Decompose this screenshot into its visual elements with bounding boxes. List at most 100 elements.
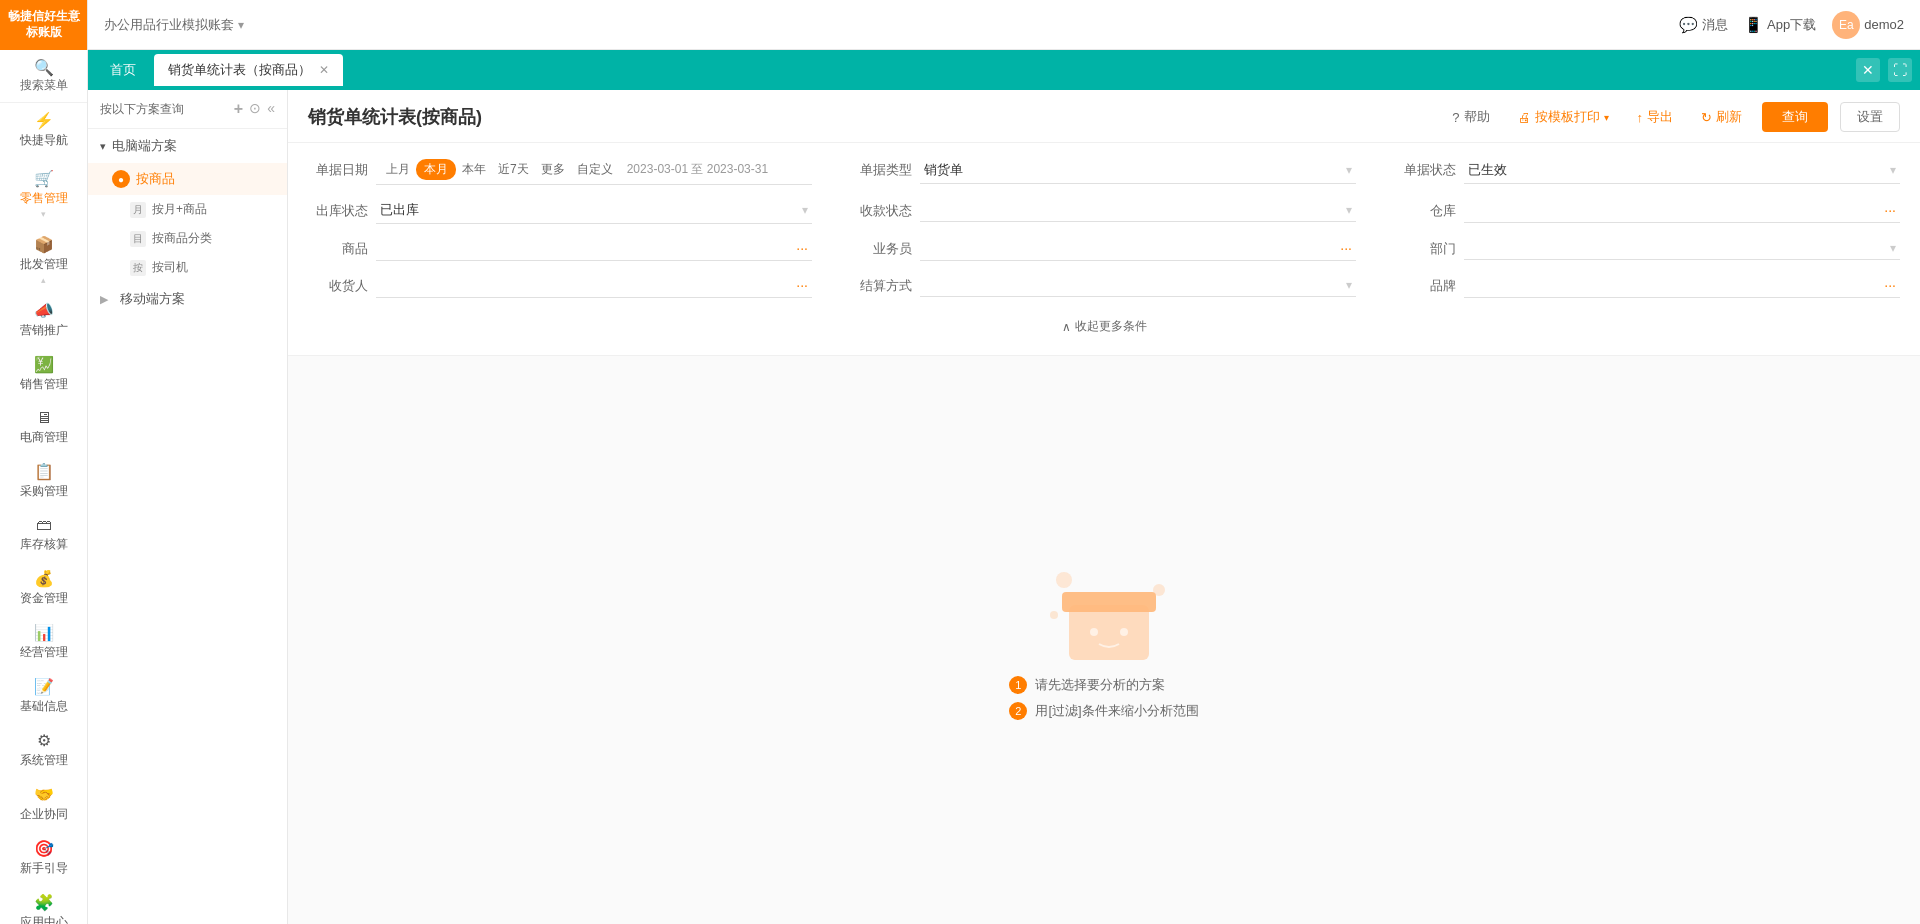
sidebar-item-operations[interactable]: 📊 经营管理 xyxy=(0,615,87,669)
warehouse-ellipsis-btn[interactable]: ··· xyxy=(1884,202,1896,218)
shortcut-custom[interactable]: 自定义 xyxy=(571,159,619,180)
messages-btn[interactable]: 💬 消息 xyxy=(1679,16,1728,34)
collapse-label: 收起更多条件 xyxy=(1075,318,1147,335)
doc-type-control[interactable]: 销货单 ▾ xyxy=(920,157,1356,184)
shortcut-current-year[interactable]: 本年 xyxy=(456,159,492,180)
data-area: 1 请先选择要分析的方案 2 用[过滤]条件来缩小分析范围 xyxy=(288,356,1920,924)
brand-ellipsis-btn[interactable]: ··· xyxy=(1884,277,1896,293)
sidebar-item-label-retail: 零售管理 xyxy=(20,190,68,207)
collapse-filter-btn[interactable]: ∧ 收起更多条件 xyxy=(308,310,1900,343)
receiver-control[interactable]: ··· xyxy=(376,273,812,298)
page-header: 销货单统计表(按商品) ? 帮助 🖨 按模板打印 ▾ ↑ 导出 xyxy=(288,90,1920,143)
app-download-btn[interactable]: 📱 App下载 xyxy=(1744,16,1816,34)
messages-label: 消息 xyxy=(1702,16,1728,34)
sidebar-item-system[interactable]: ⚙ 系统管理 xyxy=(0,723,87,777)
tip-num-2: 2 xyxy=(1009,702,1027,720)
sidebar-quick-nav[interactable]: ⚡ 快捷导航 xyxy=(0,103,87,157)
salesperson-label: 业务员 xyxy=(852,240,912,258)
export-btn[interactable]: ↑ 导出 xyxy=(1629,104,1682,130)
sidebar-item-wholesale[interactable]: 📦 批发管理 ▴ xyxy=(0,227,87,293)
tree-item-by-product[interactable]: ● 按商品 xyxy=(88,163,287,195)
logo-text: 畅捷信好生意 标账版 xyxy=(8,9,80,40)
shortcut-more[interactable]: 更多 xyxy=(535,159,571,180)
quick-nav-label: 快捷导航 xyxy=(20,132,68,149)
tab-home[interactable]: 首页 xyxy=(96,54,150,86)
topbar-dropdown-arrow[interactable]: ▾ xyxy=(238,18,244,32)
sidebar-item-inventory[interactable]: 🗃 库存核算 xyxy=(0,508,87,561)
payment-status-control[interactable]: ▾ xyxy=(920,199,1356,222)
sidebar-item-marketing[interactable]: 📣 营销推广 xyxy=(0,293,87,347)
sidebar-item-purchase[interactable]: 📋 采购管理 xyxy=(0,454,87,508)
doc-status-control[interactable]: 已生效 ▾ xyxy=(1464,157,1900,184)
warehouse-status-label: 出库状态 xyxy=(308,202,368,220)
salesperson-control[interactable]: ··· xyxy=(920,236,1356,261)
filter-item-doc-status: 单据状态 已生效 ▾ xyxy=(1396,157,1900,184)
section-mobile-header[interactable]: ▶ 移动端方案 xyxy=(88,282,287,316)
sidebar-item-ecommerce[interactable]: 🖥 电商管理 xyxy=(0,401,87,454)
page-title: 销货单统计表(按商品) xyxy=(308,105,482,129)
receiver-ellipsis-btn[interactable]: ··· xyxy=(796,277,808,293)
department-control[interactable]: ▾ xyxy=(1464,237,1900,260)
section-desktop-header[interactable]: ▾ 电脑端方案 xyxy=(88,129,287,163)
doc-status-dropdown-icon[interactable]: ▾ xyxy=(1890,163,1896,177)
sidebar-item-app-center[interactable]: 🧩 应用中心 xyxy=(0,885,87,924)
by-warehouse-label: 按司机 xyxy=(152,259,188,276)
sidebar-item-cooperation[interactable]: 🤝 企业协同 xyxy=(0,777,87,831)
shortcut-last-7-days[interactable]: 近7天 xyxy=(492,159,535,180)
svg-point-6 xyxy=(1050,611,1058,619)
content-area: 按以下方案查询 + ⊙ « ▾ 电脑端方案 ● 按商品 月 按月+ xyxy=(88,90,1920,924)
tree-subitem-by-month-product[interactable]: 月 按月+商品 xyxy=(88,195,287,224)
filter-item-brand: 品牌 ··· xyxy=(1396,273,1900,298)
sidebar-item-finance[interactable]: 💰 资金管理 xyxy=(0,561,87,615)
print-dropdown-arrow[interactable]: ▾ xyxy=(1604,112,1609,123)
department-dropdown-icon[interactable]: ▾ xyxy=(1890,241,1896,255)
print-btn[interactable]: 🖨 按模板打印 ▾ xyxy=(1510,104,1617,130)
print-label: 按模板打印 xyxy=(1535,108,1600,126)
filter-item-product: 商品 ··· xyxy=(308,236,812,261)
expand-tab-btn[interactable]: ⛶ xyxy=(1888,58,1912,82)
shortcut-current-month[interactable]: 本月 xyxy=(416,159,456,180)
doc-type-dropdown-icon[interactable]: ▾ xyxy=(1346,163,1352,177)
search-menu-item[interactable]: 🔍 搜索菜单 xyxy=(0,50,87,103)
tree-subitem-by-warehouse[interactable]: 按 按司机 xyxy=(88,253,287,282)
collapse-panel-btn[interactable]: « xyxy=(267,100,275,118)
settlement-dropdown-icon[interactable]: ▾ xyxy=(1346,278,1352,292)
payment-status-label: 收款状态 xyxy=(852,202,912,220)
sidebar-item-basic-info[interactable]: 📝 基础信息 xyxy=(0,669,87,723)
settings-scheme-btn[interactable]: ⊙ xyxy=(249,100,261,118)
sidebar-item-sales-mgmt[interactable]: 💹 销售管理 xyxy=(0,347,87,401)
query-button[interactable]: 查询 xyxy=(1762,102,1828,132)
tab-close-icon[interactable]: ✕ xyxy=(319,63,329,77)
search-menu-label: 搜索菜单 xyxy=(6,77,81,94)
retail-icon: 🛒 xyxy=(34,169,54,188)
brand-control[interactable]: ··· xyxy=(1464,273,1900,298)
help-btn[interactable]: ? 帮助 xyxy=(1444,104,1497,130)
tip-num-1: 1 xyxy=(1009,676,1027,694)
warehouse-status-dropdown-icon[interactable]: ▾ xyxy=(802,203,808,217)
tab-home-label: 首页 xyxy=(110,61,136,79)
warehouse-control[interactable]: ··· xyxy=(1464,198,1900,223)
product-ellipsis-btn[interactable]: ··· xyxy=(796,240,808,256)
department-label: 部门 xyxy=(1396,240,1456,258)
minimize-tab-btn[interactable]: ✕ xyxy=(1856,58,1880,82)
settings-button[interactable]: 设置 xyxy=(1840,102,1900,132)
tab-sales-stat[interactable]: 销货单统计表（按商品） ✕ xyxy=(154,54,343,86)
sidebar-item-label-inventory: 库存核算 xyxy=(20,536,68,553)
right-content: 销货单统计表(按商品) ? 帮助 🖨 按模板打印 ▾ ↑ 导出 xyxy=(288,90,1920,924)
topbar-title: 办公用品行业模拟账套 ▾ xyxy=(104,16,1667,34)
user-profile-btn[interactable]: Ea demo2 xyxy=(1832,11,1904,39)
tip-text-1: 请先选择要分析的方案 xyxy=(1035,676,1165,694)
refresh-btn[interactable]: ↻ 刷新 xyxy=(1693,104,1750,130)
warehouse-status-control[interactable]: 已出库 ▾ xyxy=(376,197,812,224)
add-scheme-btn[interactable]: + xyxy=(234,100,243,118)
help-label: 帮助 xyxy=(1464,108,1490,126)
tree-subitem-by-product-category[interactable]: 目 按商品分类 xyxy=(88,224,287,253)
product-control[interactable]: ··· xyxy=(376,236,812,261)
payment-status-dropdown-icon[interactable]: ▾ xyxy=(1346,203,1352,217)
settlement-control[interactable]: ▾ xyxy=(920,274,1356,297)
salesperson-ellipsis-btn[interactable]: ··· xyxy=(1340,240,1352,256)
sidebar-item-guide[interactable]: 🎯 新手引导 xyxy=(0,831,87,885)
shortcut-prev-month[interactable]: 上月 xyxy=(380,159,416,180)
svg-rect-0 xyxy=(1069,605,1149,660)
sidebar-item-retail[interactable]: 🛒 零售管理 ▾ xyxy=(0,161,87,227)
